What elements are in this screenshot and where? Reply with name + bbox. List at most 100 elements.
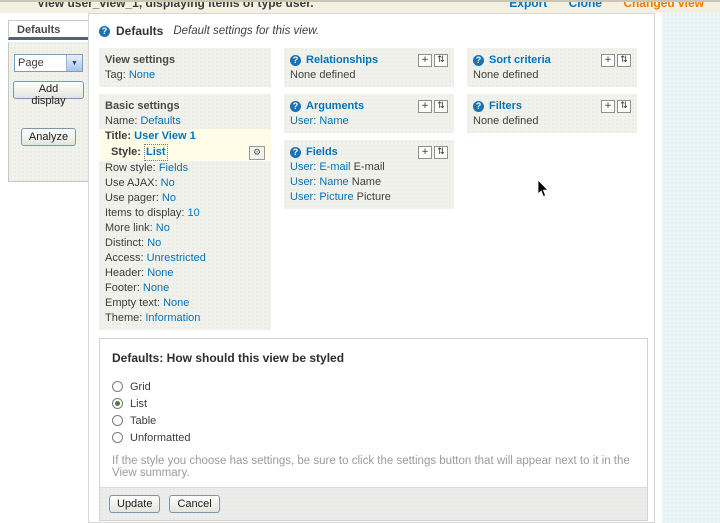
items-to-display-value-link[interactable]: 10 <box>188 207 200 219</box>
field-item-name: User: Name Name <box>290 175 448 190</box>
row-style-value-link[interactable]: Fields <box>159 162 188 174</box>
style-option-list-label: List <box>130 398 147 410</box>
access-value-link[interactable]: Unrestricted <box>147 252 206 264</box>
clone-link[interactable]: Clone <box>569 0 602 10</box>
rearrange-icon[interactable]: ⇅ <box>434 146 448 159</box>
style-option-unformatted[interactable]: Unformatted <box>112 429 635 446</box>
header-value-link[interactable]: None <box>147 267 173 279</box>
relationships-box: ? Relationships + ⇅ None defined <box>284 48 454 87</box>
tab-defaults[interactable]: Defaults <box>8 20 89 40</box>
display-sidebar: Page ▼ Add display Analyze <box>8 42 89 182</box>
rearrange-icon[interactable]: ⇅ <box>617 100 631 113</box>
radio-list[interactable] <box>112 398 123 409</box>
views-ui-main-panel: ? Defaults Default settings for this vie… <box>88 13 655 523</box>
arguments-box: ? Arguments + ⇅ User: Name <box>284 94 454 133</box>
field-item-picture: User: Picture Picture <box>290 190 448 205</box>
add-icon[interactable]: + <box>418 54 432 67</box>
use-ajax-label: Use AJAX: <box>105 177 158 189</box>
rearrange-icon[interactable]: ⇅ <box>434 54 448 67</box>
add-display-button[interactable]: Add display <box>13 81 84 99</box>
help-icon[interactable]: ? <box>290 55 301 66</box>
form-buttons: Update Cancel <box>100 487 647 520</box>
distinct-label: Distinct: <box>105 237 144 249</box>
relationships-empty-text: None defined <box>290 68 448 83</box>
theme-value-link[interactable]: Information <box>145 312 200 324</box>
analyze-button[interactable]: Analyze <box>21 128 76 146</box>
title-value-link[interactable]: User View 1 <box>134 130 196 142</box>
argument-user-name-link[interactable]: User: Name <box>290 115 349 127</box>
more-link-label: More link: <box>105 222 153 234</box>
style-option-unformatted-label: Unformatted <box>130 432 191 444</box>
add-icon[interactable]: + <box>601 100 615 113</box>
basic-settings-title: Basic settings <box>105 100 180 112</box>
rearrange-icon[interactable]: ⇅ <box>434 100 448 113</box>
view-description: View user_view_1, displaying items of ty… <box>37 0 314 10</box>
tag-row: Tag: None <box>105 68 265 83</box>
radio-table[interactable] <box>112 415 123 426</box>
relationships-title-link[interactable]: Relationships <box>306 54 378 66</box>
style-option-table[interactable]: Table <box>112 412 635 429</box>
rearrange-icon[interactable]: ⇅ <box>617 54 631 67</box>
name-row: Name: Defaults <box>105 114 265 129</box>
sort-criteria-box: ? Sort criteria + ⇅ None defined <box>467 48 637 87</box>
empty-text-value-link[interactable]: None <box>163 297 189 309</box>
name-value-link[interactable]: Defaults <box>140 115 180 127</box>
radio-unformatted[interactable] <box>112 432 123 443</box>
style-option-list[interactable]: List <box>112 395 635 412</box>
sort-criteria-empty-text: None defined <box>473 68 631 83</box>
more-link-value-link[interactable]: No <box>156 222 170 234</box>
field-picture-link[interactable]: User: Picture <box>290 191 354 203</box>
form-title: Defaults: How should this view be styled <box>112 351 635 365</box>
row-style-label: Row style: <box>105 162 156 174</box>
display-type-select[interactable]: Page ▼ <box>14 54 83 72</box>
filters-title-link[interactable]: Filters <box>489 100 522 112</box>
arguments-title-link[interactable]: Arguments <box>306 100 364 112</box>
theme-row: Theme: Information <box>105 311 265 326</box>
changed-view-badge: Changed view <box>623 0 704 10</box>
add-icon[interactable]: + <box>418 146 432 159</box>
footer-label: Footer: <box>105 282 140 294</box>
export-link[interactable]: Export <box>509 0 547 10</box>
display-type-value: Page <box>18 57 44 69</box>
tag-value-link[interactable]: None <box>129 69 155 81</box>
tab-defaults-label: Defaults <box>17 24 60 36</box>
sort-criteria-title-link[interactable]: Sort criteria <box>489 54 551 66</box>
view-settings-title: View settings <box>105 54 175 66</box>
use-pager-value-link[interactable]: No <box>162 192 176 204</box>
display-subtitle: Default settings for this view. <box>173 25 319 37</box>
help-icon[interactable]: ? <box>473 55 484 66</box>
update-button[interactable]: Update <box>109 495 160 513</box>
distinct-value-link[interactable]: No <box>147 237 161 249</box>
display-header: ? Defaults Default settings for this vie… <box>99 24 644 38</box>
access-row: Access: Unrestricted <box>105 251 265 266</box>
access-label: Access: <box>105 252 144 264</box>
style-value-link[interactable]: List <box>144 144 168 161</box>
help-icon[interactable]: ? <box>290 101 301 112</box>
field-picture-suffix: Picture <box>357 191 391 203</box>
use-pager-label: Use pager: <box>105 192 159 204</box>
style-options: Grid List Table Unformatted <box>112 378 635 446</box>
style-option-grid[interactable]: Grid <box>112 378 635 395</box>
field-name-link[interactable]: User: Name <box>290 176 349 188</box>
radio-grid[interactable] <box>112 381 123 392</box>
footer-value-link[interactable]: None <box>143 282 169 294</box>
help-icon[interactable]: ? <box>99 26 110 37</box>
add-icon[interactable]: + <box>418 100 432 113</box>
style-settings-gear-icon[interactable]: ⚙ <box>249 146 265 160</box>
empty-text-row: Empty text: None <box>105 296 265 311</box>
add-icon[interactable]: + <box>601 54 615 67</box>
help-icon[interactable]: ? <box>473 101 484 112</box>
style-label: Style: <box>111 145 141 160</box>
field-email-link[interactable]: User: E-mail <box>290 161 351 173</box>
tag-label: Tag: <box>105 69 126 81</box>
argument-item: User: Name <box>290 114 448 129</box>
cancel-button[interactable]: Cancel <box>169 495 219 513</box>
row-style-row: Row style: Fields <box>105 161 265 176</box>
help-icon[interactable]: ? <box>290 147 301 158</box>
use-ajax-row: Use AJAX: No <box>105 176 265 191</box>
use-ajax-value-link[interactable]: No <box>161 177 175 189</box>
fields-title-link[interactable]: Fields <box>306 146 338 158</box>
items-to-display-label: Items to display: <box>105 207 184 219</box>
style-option-table-label: Table <box>130 415 156 427</box>
style-option-grid-label: Grid <box>130 381 151 393</box>
